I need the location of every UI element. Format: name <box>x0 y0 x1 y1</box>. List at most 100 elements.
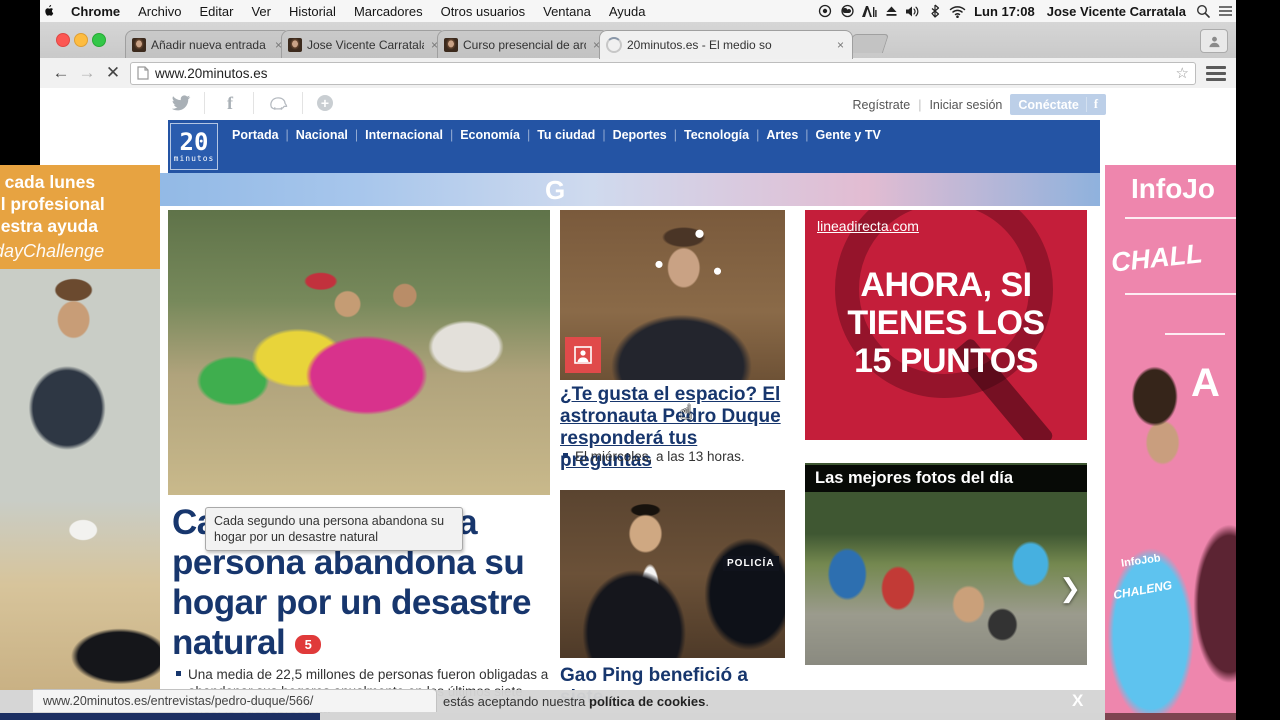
twitter-icon[interactable] <box>170 92 205 114</box>
nav-internacional[interactable]: Internacional <box>365 128 443 142</box>
nav-artes[interactable]: Artes <box>766 128 798 142</box>
tab-favicon <box>132 38 146 52</box>
browser-profile-button[interactable] <box>1200 29 1228 53</box>
register-link[interactable]: Regístrate <box>853 98 911 112</box>
tab-anadir-nueva-entrada[interactable]: Añadir nueva entrada ‹ Jos × <box>125 30 291 59</box>
nav-deportes[interactable]: Deportes <box>613 128 667 142</box>
carousel-next-icon[interactable]: ❯ <box>1059 573 1081 604</box>
comment-count-badge[interactable]: 5 <box>295 635 322 655</box>
left-ad-line2: fil profesional <box>0 194 105 214</box>
best-photos-title: Las mejores fotos del día <box>805 465 1087 492</box>
chrome-menu-icon[interactable] <box>1206 63 1226 84</box>
menu-item-marcadores[interactable]: Marcadores <box>345 4 432 19</box>
menu-item-ayuda[interactable]: Ayuda <box>600 4 655 19</box>
tab-favicon <box>288 38 302 52</box>
gao-ping-photo[interactable] <box>560 490 785 658</box>
nav-economia[interactable]: Economía <box>460 128 520 142</box>
left-ad-line1: a cada lunes <box>0 172 96 192</box>
cookie-text: estás aceptando nuestra <box>443 694 589 709</box>
tab-favicon <box>444 38 458 52</box>
bottom-strip-pink <box>1105 713 1236 720</box>
nav-tu-ciudad[interactable]: Tu ciudad <box>537 128 595 142</box>
notification-center-icon[interactable] <box>1214 1 1236 21</box>
menu-item-editar[interactable]: Editar <box>190 4 242 19</box>
back-button[interactable]: ← <box>48 63 74 83</box>
red-ad-line2: TIENES LOS <box>847 304 1045 342</box>
banner-text-fragment-g: G <box>545 175 566 205</box>
lineadirecta-ad[interactable]: lineadirecta.com AHORA, SI TIENES LOS 15… <box>805 210 1087 440</box>
creative-cloud-icon[interactable] <box>836 1 858 21</box>
page-icon <box>137 66 149 80</box>
left-ad-line3: uestra ayuda <box>0 216 98 236</box>
left-ad-hashtag: dayChallenge <box>0 241 105 261</box>
address-bar[interactable]: www.20minutos.es ☆ <box>130 61 1196 85</box>
menu-item-ver[interactable]: Ver <box>242 4 280 19</box>
menu-item-historial[interactable]: Historial <box>280 4 345 19</box>
tab-jose-vicente-carratala[interactable]: Jose Vicente Carratala | Ot × <box>281 30 447 59</box>
volume-icon[interactable] <box>902 1 924 21</box>
eject-icon[interactable] <box>880 1 902 21</box>
menu-item-chrome[interactable]: Chrome <box>62 4 129 19</box>
stop-loading-button[interactable]: ✕ <box>100 63 126 83</box>
masthead-banner-ad[interactable]: os G <box>40 173 1100 206</box>
webpage-20minutos: f + Regístrate | Iniciar sesión Conéctat… <box>0 88 1236 720</box>
left-ad-photo <box>0 269 160 690</box>
best-photos-widget[interactable]: Las mejores fotos del día ❯ <box>805 463 1087 665</box>
bottom-strip-navy <box>0 713 320 720</box>
tab-20minutos-active[interactable]: 20minutos.es - El medio so × <box>599 30 853 59</box>
red-ad-line1: AHORA, SI <box>860 266 1032 304</box>
tab-curso-presencial[interactable]: Curso presencial de arquite × <box>437 30 609 59</box>
chrome-tab-strip: Añadir nueva entrada ‹ Jos × Jose Vicent… <box>40 22 1236 59</box>
facebook-connect-button[interactable]: Conéctate f <box>1010 94 1106 115</box>
nav-gente-tv[interactable]: Gente y TV <box>816 128 881 142</box>
spotlight-search-icon[interactable] <box>1192 1 1214 21</box>
cookie-policy-link[interactable]: política de cookies <box>589 694 705 709</box>
bottom-strip-gray <box>320 713 1105 720</box>
window-zoom-button[interactable] <box>92 33 106 47</box>
adobe-audio-levels-icon[interactable] <box>858 1 880 21</box>
main-article-photo[interactable] <box>168 210 550 495</box>
bookmark-star-icon[interactable]: ☆ <box>1176 64 1189 82</box>
tab-close-icon[interactable]: × <box>835 38 846 52</box>
browser-toolbar: ← → ✕ www.20minutos.es ☆ <box>40 58 1236 89</box>
new-tab-button[interactable] <box>846 34 890 53</box>
apple-menu-icon[interactable] <box>40 1 62 21</box>
forward-button[interactable]: → <box>74 63 100 83</box>
url-text[interactable]: www.20minutos.es <box>155 66 1170 81</box>
site-header: f + Regístrate | Iniciar sesión Conéctat… <box>40 88 1236 120</box>
elephant-icon[interactable] <box>268 92 303 114</box>
window-minimize-button[interactable] <box>74 33 88 47</box>
facebook-icon[interactable]: f <box>219 92 254 114</box>
infojobs-left-ad[interactable]: a cada lunes fil profesional uestra ayud… <box>0 165 160 690</box>
infojobs-right-ad[interactable]: InfoJo CHALL A InfoJob CHALENG <box>1105 165 1236 719</box>
logo-20: 20 <box>179 128 209 156</box>
loading-spinner-icon <box>606 37 622 53</box>
menu-item-ventana[interactable]: Ventana <box>534 4 600 19</box>
window-close-button[interactable] <box>56 33 70 47</box>
nav-tecnologia[interactable]: Tecnología <box>684 128 749 142</box>
bluetooth-icon[interactable] <box>924 1 946 21</box>
macos-menu-bar: Chrome Archivo Editar Ver Historial Marc… <box>40 0 1236 23</box>
menu-item-archivo[interactable]: Archivo <box>129 4 190 19</box>
wifi-icon[interactable] <box>946 1 968 21</box>
cookie-close-button[interactable]: X <box>1072 691 1083 711</box>
login-link[interactable]: Iniciar sesión <box>929 98 1002 112</box>
menu-user-name[interactable]: Jose Vicente Carratala <box>1041 4 1192 19</box>
pink-ad-brand: InfoJo <box>1131 173 1215 204</box>
plus-share-icon[interactable]: + <box>317 95 333 111</box>
status-bar-url: www.20minutos.es/entrevistas/pedro-duque… <box>33 689 437 712</box>
nav-nacional[interactable]: Nacional <box>296 128 348 142</box>
logo-minutos: minutos <box>173 154 215 163</box>
menu-clock[interactable]: Lun 17:08 <box>968 4 1041 19</box>
lineadirecta-link[interactable]: lineadirecta.com <box>817 218 919 234</box>
screen-record-icon[interactable] <box>814 1 836 21</box>
letterbox-patch <box>0 88 40 165</box>
20minutos-logo[interactable]: 20 minutos <box>170 123 218 170</box>
nav-portada[interactable]: Portada <box>232 128 279 142</box>
connect-label: Conéctate <box>1018 97 1079 112</box>
site-nav-band: 20 minutos Portada | Nacional | Internacio… <box>168 120 1100 173</box>
pink-ad-photo <box>1105 335 1236 719</box>
tab-title: Curso presencial de arquite <box>463 38 586 52</box>
space-article-detail: El miércoles, a las 13 horas. <box>563 448 783 465</box>
menu-item-otros-usuarios[interactable]: Otros usuarios <box>432 4 535 19</box>
